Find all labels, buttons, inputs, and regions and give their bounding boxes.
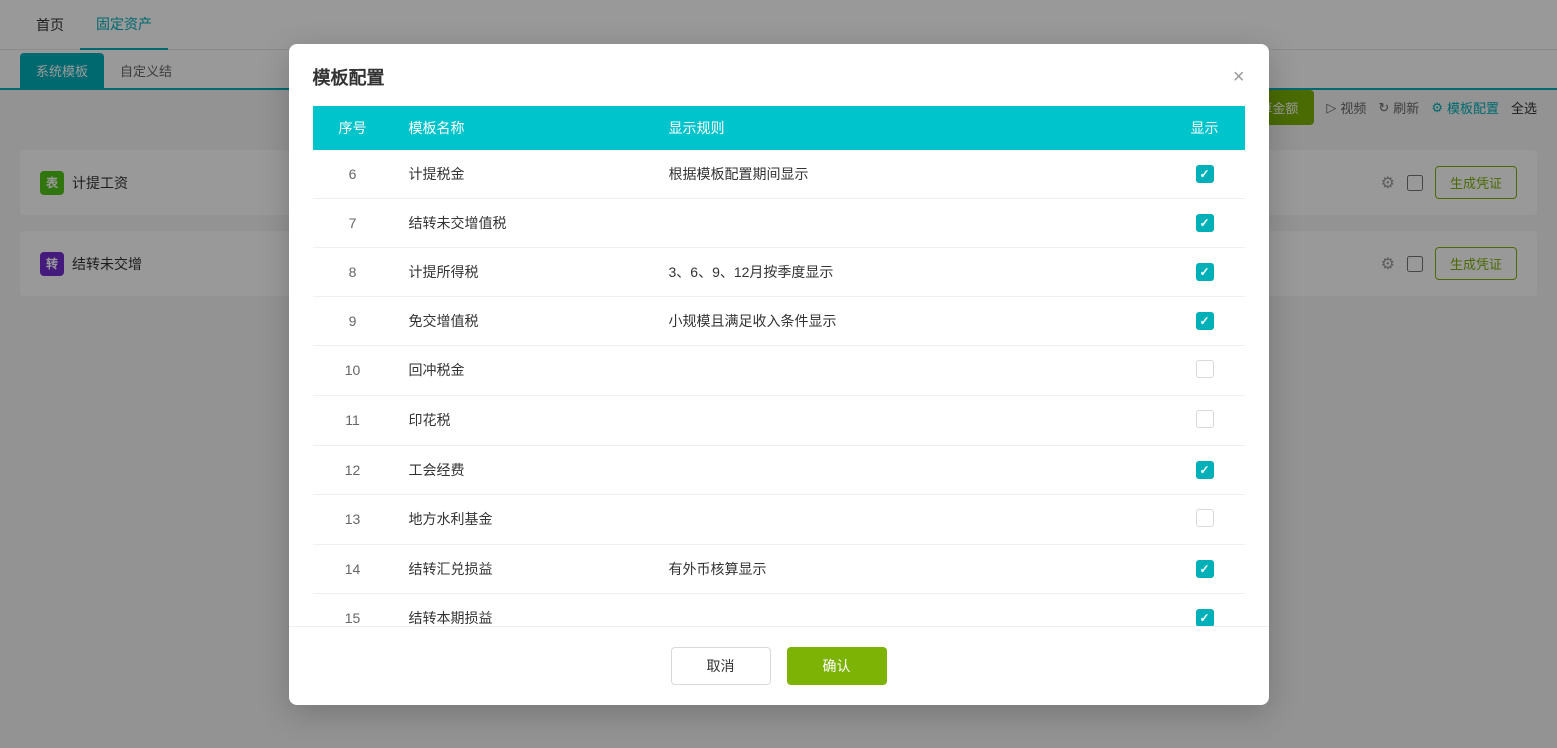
- checkbox-15[interactable]: [1196, 609, 1214, 626]
- cell-index-1: 7: [313, 198, 393, 247]
- close-button[interactable]: ×: [1233, 67, 1245, 87]
- table-row: 13地方水利基金: [313, 494, 1245, 544]
- cell-rule-9: [653, 593, 1165, 626]
- checkbox-14[interactable]: [1196, 560, 1214, 578]
- cell-index-0: 6: [313, 150, 393, 199]
- confirm-button[interactable]: 确认: [787, 647, 887, 685]
- cell-rule-6: [653, 445, 1165, 494]
- cell-rule-2: 3、6、9、12月按季度显示: [653, 247, 1165, 296]
- cell-name-1: 结转未交增值税: [393, 198, 653, 247]
- cell-index-3: 9: [313, 296, 393, 345]
- col-header-index: 序号: [313, 106, 393, 150]
- cell-rule-0: 根据模板配置期间显示: [653, 150, 1165, 199]
- modal-overlay: 模板配置 × 序号 模板名称 显示规则 显示 6计提税金根据模板配置期间显示7结…: [0, 0, 1557, 748]
- table-row: 8计提所得税3、6、9、12月按季度显示: [313, 247, 1245, 296]
- cell-rule-8: 有外币核算显示: [653, 544, 1165, 593]
- cell-display-9: [1165, 593, 1245, 626]
- col-header-display: 显示: [1165, 106, 1245, 150]
- table-row: 12工会经费: [313, 445, 1245, 494]
- cell-name-9: 结转本期损益: [393, 593, 653, 626]
- checkbox-10[interactable]: [1196, 360, 1214, 378]
- cell-display-8: [1165, 544, 1245, 593]
- table-row: 11印花税: [313, 395, 1245, 445]
- cell-index-4: 10: [313, 345, 393, 395]
- cell-name-3: 免交增值税: [393, 296, 653, 345]
- cell-rule-1: [653, 198, 1165, 247]
- cell-index-6: 12: [313, 445, 393, 494]
- cell-index-9: 15: [313, 593, 393, 626]
- cell-rule-7: [653, 494, 1165, 544]
- cell-display-4: [1165, 345, 1245, 395]
- checkbox-13[interactable]: [1196, 509, 1214, 527]
- cell-display-5: [1165, 395, 1245, 445]
- table-row: 10回冲税金: [313, 345, 1245, 395]
- table-row: 9免交增值税小规模且满足收入条件显示: [313, 296, 1245, 345]
- table-header-row: 序号 模板名称 显示规则 显示: [313, 106, 1245, 150]
- cell-name-0: 计提税金: [393, 150, 653, 199]
- checkbox-9[interactable]: [1196, 312, 1214, 330]
- table-row: 14结转汇兑损益有外币核算显示: [313, 544, 1245, 593]
- checkbox-12[interactable]: [1196, 461, 1214, 479]
- cell-index-2: 8: [313, 247, 393, 296]
- checkbox-7[interactable]: [1196, 214, 1214, 232]
- cell-index-8: 14: [313, 544, 393, 593]
- table-body: 6计提税金根据模板配置期间显示7结转未交增值税8计提所得税3、6、9、12月按季…: [313, 150, 1245, 626]
- table-row: 6计提税金根据模板配置期间显示: [313, 150, 1245, 199]
- cell-rule-5: [653, 395, 1165, 445]
- col-header-name: 模板名称: [393, 106, 653, 150]
- dialog-title: 模板配置: [313, 64, 385, 90]
- table-row: 15结转本期损益: [313, 593, 1245, 626]
- checkbox-8[interactable]: [1196, 263, 1214, 281]
- cell-display-6: [1165, 445, 1245, 494]
- cell-name-8: 结转汇兑损益: [393, 544, 653, 593]
- cell-display-3: [1165, 296, 1245, 345]
- dialog-footer: 取消 确认: [289, 626, 1269, 705]
- table-row: 7结转未交增值税: [313, 198, 1245, 247]
- cell-rule-3: 小规模且满足收入条件显示: [653, 296, 1165, 345]
- cell-name-7: 地方水利基金: [393, 494, 653, 544]
- dialog-body: 序号 模板名称 显示规则 显示 6计提税金根据模板配置期间显示7结转未交增值税8…: [289, 106, 1269, 626]
- cancel-button[interactable]: 取消: [671, 647, 771, 685]
- cell-index-5: 11: [313, 395, 393, 445]
- checkbox-11[interactable]: [1196, 410, 1214, 428]
- cell-name-4: 回冲税金: [393, 345, 653, 395]
- table-scroll-area[interactable]: 序号 模板名称 显示规则 显示 6计提税金根据模板配置期间显示7结转未交增值税8…: [313, 106, 1245, 626]
- cell-display-0: [1165, 150, 1245, 199]
- config-table: 序号 模板名称 显示规则 显示 6计提税金根据模板配置期间显示7结转未交增值税8…: [313, 106, 1245, 626]
- col-header-rule: 显示规则: [653, 106, 1165, 150]
- cell-name-6: 工会经费: [393, 445, 653, 494]
- cell-display-2: [1165, 247, 1245, 296]
- cell-display-7: [1165, 494, 1245, 544]
- cell-rule-4: [653, 345, 1165, 395]
- cell-index-7: 13: [313, 494, 393, 544]
- cell-display-1: [1165, 198, 1245, 247]
- dialog-header: 模板配置 ×: [289, 44, 1269, 106]
- cell-name-2: 计提所得税: [393, 247, 653, 296]
- cell-name-5: 印花税: [393, 395, 653, 445]
- checkbox-6[interactable]: [1196, 165, 1214, 183]
- template-config-dialog: 模板配置 × 序号 模板名称 显示规则 显示 6计提税金根据模板配置期间显示7结…: [289, 44, 1269, 705]
